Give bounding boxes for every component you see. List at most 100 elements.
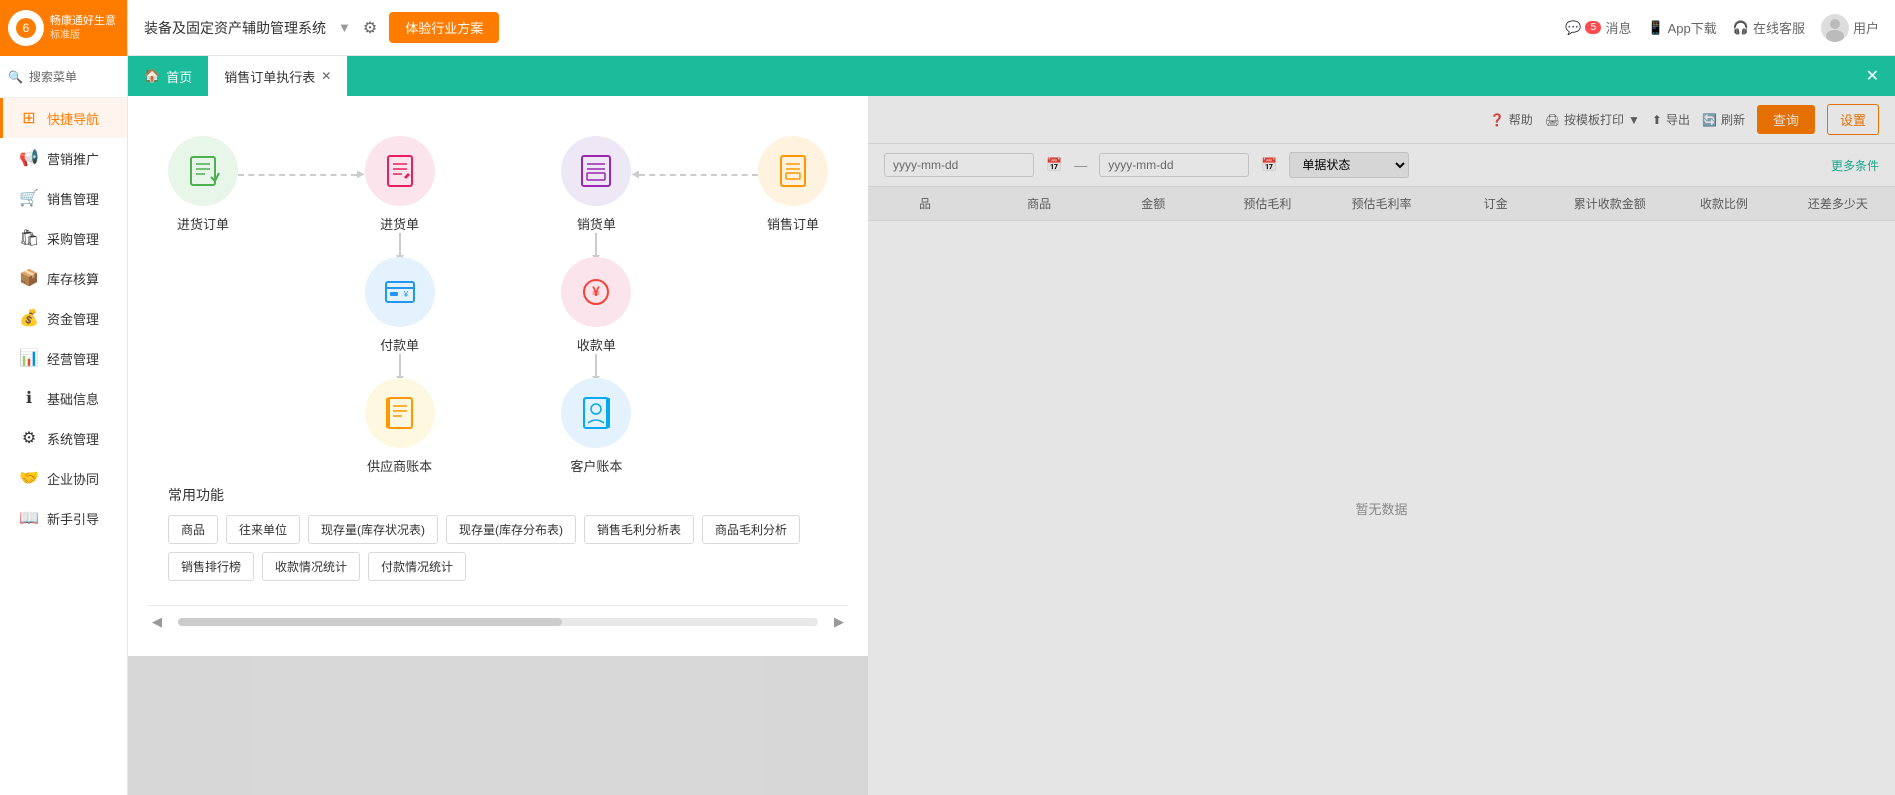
flow-node-purchase-order[interactable]: 进货订单 bbox=[168, 136, 238, 233]
sidebar-item-basic[interactable]: ℹ 基础信息 bbox=[0, 378, 127, 418]
flow-dialog: 进货订单 ▶ bbox=[128, 96, 868, 656]
customer-ledger-circle[interactable] bbox=[561, 378, 631, 448]
supplier-ledger-label: 供应商账本 bbox=[367, 456, 432, 475]
sidebar-item-inventory[interactable]: 📦 库存核算 bbox=[0, 258, 127, 298]
func-btn-sales-margin[interactable]: 销售毛利分析表 bbox=[584, 515, 694, 544]
sidebar-item-finance[interactable]: 💰 资金管理 bbox=[0, 298, 127, 338]
sidebar-item-sales[interactable]: 🛒 销售管理 bbox=[0, 178, 127, 218]
sidebar-item-purchase[interactable]: 🛍 采购管理 bbox=[0, 218, 127, 258]
flow-node-payment-bill[interactable]: ¥ 付款单 bbox=[365, 257, 435, 354]
sales-order-label: 销售订单 bbox=[767, 214, 819, 233]
svg-text:6: 6 bbox=[23, 21, 30, 35]
purchase-bill-circle[interactable] bbox=[365, 136, 435, 206]
func-btn-sales-rank[interactable]: 销售排行榜 bbox=[168, 552, 254, 581]
scrollbar-thumb[interactable] bbox=[178, 618, 562, 626]
app-download-button[interactable]: 📱 App下载 bbox=[1647, 18, 1716, 37]
flow-node-receipt-bill[interactable]: ¥ 收款单 bbox=[561, 257, 631, 354]
purchase-order-label: 进货订单 bbox=[177, 214, 229, 233]
purchase-bill-label: 进货单 bbox=[380, 214, 419, 233]
service-icon: 🎧 bbox=[1733, 20, 1749, 36]
search-menu-button[interactable]: 🔍 搜索菜单 bbox=[8, 64, 119, 89]
search-menu-area[interactable]: 🔍 搜索菜单 bbox=[0, 56, 127, 98]
func-btn-partner[interactable]: 往来单位 bbox=[226, 515, 300, 544]
receipt-bill-circle[interactable]: ¥ bbox=[561, 257, 631, 327]
message-button[interactable]: 💬 5 消息 bbox=[1565, 18, 1631, 37]
sales-bill-down-arrow bbox=[595, 233, 597, 257]
scroll-right-button[interactable]: ▶ bbox=[830, 614, 848, 630]
func-btn-product[interactable]: 商品 bbox=[168, 515, 218, 544]
flow-node-sales-order[interactable]: 销售订单 bbox=[758, 136, 828, 233]
marketing-icon: 📢 bbox=[19, 148, 39, 168]
flow-node-purchase-bill[interactable]: 进货单 bbox=[365, 136, 435, 233]
func-btn-payment-stats[interactable]: 付款情况统计 bbox=[368, 552, 466, 581]
tab-sales-order[interactable]: 销售订单执行表 ✕ bbox=[208, 56, 347, 96]
user-avatar[interactable]: 用户 bbox=[1821, 14, 1879, 42]
sidebar-item-operation[interactable]: 📊 经营管理 bbox=[0, 338, 127, 378]
receipt-bill-label: 收款单 bbox=[577, 335, 616, 354]
system-icon: ⚙ bbox=[19, 428, 39, 448]
sales-bill-label: 销货单 bbox=[577, 214, 616, 233]
message-icon: 💬 bbox=[1565, 20, 1581, 36]
svg-text:¥: ¥ bbox=[402, 290, 408, 299]
scrollbar-track[interactable] bbox=[178, 618, 818, 626]
tab-home[interactable]: 🏠 首页 bbox=[128, 56, 208, 96]
func-btn-stock-dist[interactable]: 现存量(库存分布表) bbox=[446, 515, 576, 544]
content-area: ❓ 帮助 🖨 按模板打印 ▼ ⬆ 导出 🔄 刷新 查询 设置 bbox=[128, 96, 1895, 795]
sidebar-item-newbie[interactable]: 📖 新手引导 bbox=[0, 498, 127, 538]
common-functions-title: 常用功能 bbox=[168, 485, 828, 505]
sidebar-item-quick-nav[interactable]: ⊞ 快捷导航 bbox=[0, 98, 127, 138]
sidebar: 6 畅康通好生意 标准版 🔍 搜索菜单 ⊞ 快捷导航 📢 营销推广 🛒 销售管理… bbox=[0, 0, 128, 795]
sidebar-item-marketing[interactable]: 📢 营销推广 bbox=[0, 138, 127, 178]
sidebar-nav: ⊞ 快捷导航 📢 营销推广 🛒 销售管理 🛍 采购管理 📦 库存核算 💰 资金管… bbox=[0, 98, 127, 795]
supplier-ledger-circle[interactable] bbox=[365, 378, 435, 448]
system-title: 装备及固定资产辅助管理系统 bbox=[144, 18, 326, 38]
operation-icon: 📊 bbox=[19, 348, 39, 368]
avatar-image bbox=[1821, 14, 1849, 42]
func-btn-product-margin[interactable]: 商品毛利分析 bbox=[702, 515, 800, 544]
basic-icon: ℹ bbox=[19, 388, 39, 408]
purchase-order-circle[interactable] bbox=[168, 136, 238, 206]
topbar-right: 💬 5 消息 📱 App下载 🎧 在线客服 用户 bbox=[1565, 14, 1879, 42]
sidebar-item-system[interactable]: ⚙ 系统管理 bbox=[0, 418, 127, 458]
purchase-bill-down-arrow bbox=[399, 233, 401, 257]
flow-node-sales-bill[interactable]: 销货单 bbox=[561, 136, 631, 233]
logo-area: 6 畅康通好生意 标准版 bbox=[0, 0, 127, 56]
sidebar-item-enterprise[interactable]: 🤝 企业协同 bbox=[0, 458, 127, 498]
dialog-scrollbar: ◀ ▶ bbox=[148, 605, 848, 638]
common-functions-section: 常用功能 商品 往来单位 现存量(库存状况表) 现存量(库存分布表) 销售毛利分… bbox=[148, 485, 848, 605]
logo-icon: 6 bbox=[8, 10, 44, 46]
finance-icon: 💰 bbox=[19, 308, 39, 328]
logo-text: 畅康通好生意 标准版 bbox=[50, 14, 116, 41]
close-main-button[interactable]: ✕ bbox=[1850, 66, 1895, 86]
func-btn-stock-status[interactable]: 现存量(库存状况表) bbox=[308, 515, 438, 544]
home-icon: 🏠 bbox=[144, 68, 160, 84]
svg-text:¥: ¥ bbox=[592, 283, 600, 299]
online-service-button[interactable]: 🎧 在线客服 bbox=[1733, 18, 1805, 37]
inventory-icon: 📦 bbox=[19, 268, 39, 288]
settings-icon[interactable]: ⚙ bbox=[363, 18, 377, 38]
tab-close-button[interactable]: ✕ bbox=[321, 69, 331, 83]
topbar: 装备及固定资产辅助管理系统 ▼ ⚙ 体验行业方案 💬 5 消息 📱 App下载 … bbox=[128, 0, 1895, 56]
quick-nav-icon: ⊞ bbox=[19, 108, 39, 128]
payment-bill-circle[interactable]: ¥ bbox=[365, 257, 435, 327]
customer-ledger-label: 客户账本 bbox=[570, 456, 622, 475]
flow-node-customer-ledger[interactable]: 客户账本 bbox=[561, 378, 631, 475]
payment-bill-down-arrow bbox=[399, 354, 401, 378]
flow-dialog-overlay: 进货订单 ▶ bbox=[128, 96, 1895, 795]
enterprise-icon: 🤝 bbox=[19, 468, 39, 488]
scroll-left-button[interactable]: ◀ bbox=[148, 614, 166, 630]
download-icon: 📱 bbox=[1647, 20, 1663, 36]
receipt-bill-down-arrow bbox=[595, 354, 597, 378]
experience-button[interactable]: 体验行业方案 bbox=[389, 12, 499, 43]
payment-bill-label: 付款单 bbox=[380, 335, 419, 354]
func-btn-receipt-stats[interactable]: 收款情况统计 bbox=[262, 552, 360, 581]
sales-order-circle[interactable] bbox=[758, 136, 828, 206]
search-icon: 🔍 bbox=[8, 70, 23, 84]
dropdown-icon[interactable]: ▼ bbox=[338, 20, 351, 35]
function-buttons-row2: 销售排行榜 收款情况统计 付款情况统计 bbox=[168, 552, 828, 581]
main-area: 装备及固定资产辅助管理系统 ▼ ⚙ 体验行业方案 💬 5 消息 📱 App下载 … bbox=[128, 0, 1895, 795]
flow-node-supplier-ledger[interactable]: 供应商账本 bbox=[365, 378, 435, 475]
function-buttons-row1: 商品 往来单位 现存量(库存状况表) 现存量(库存分布表) 销售毛利分析表 商品… bbox=[168, 515, 828, 544]
newbie-icon: 📖 bbox=[19, 508, 39, 528]
sales-bill-circle[interactable] bbox=[561, 136, 631, 206]
